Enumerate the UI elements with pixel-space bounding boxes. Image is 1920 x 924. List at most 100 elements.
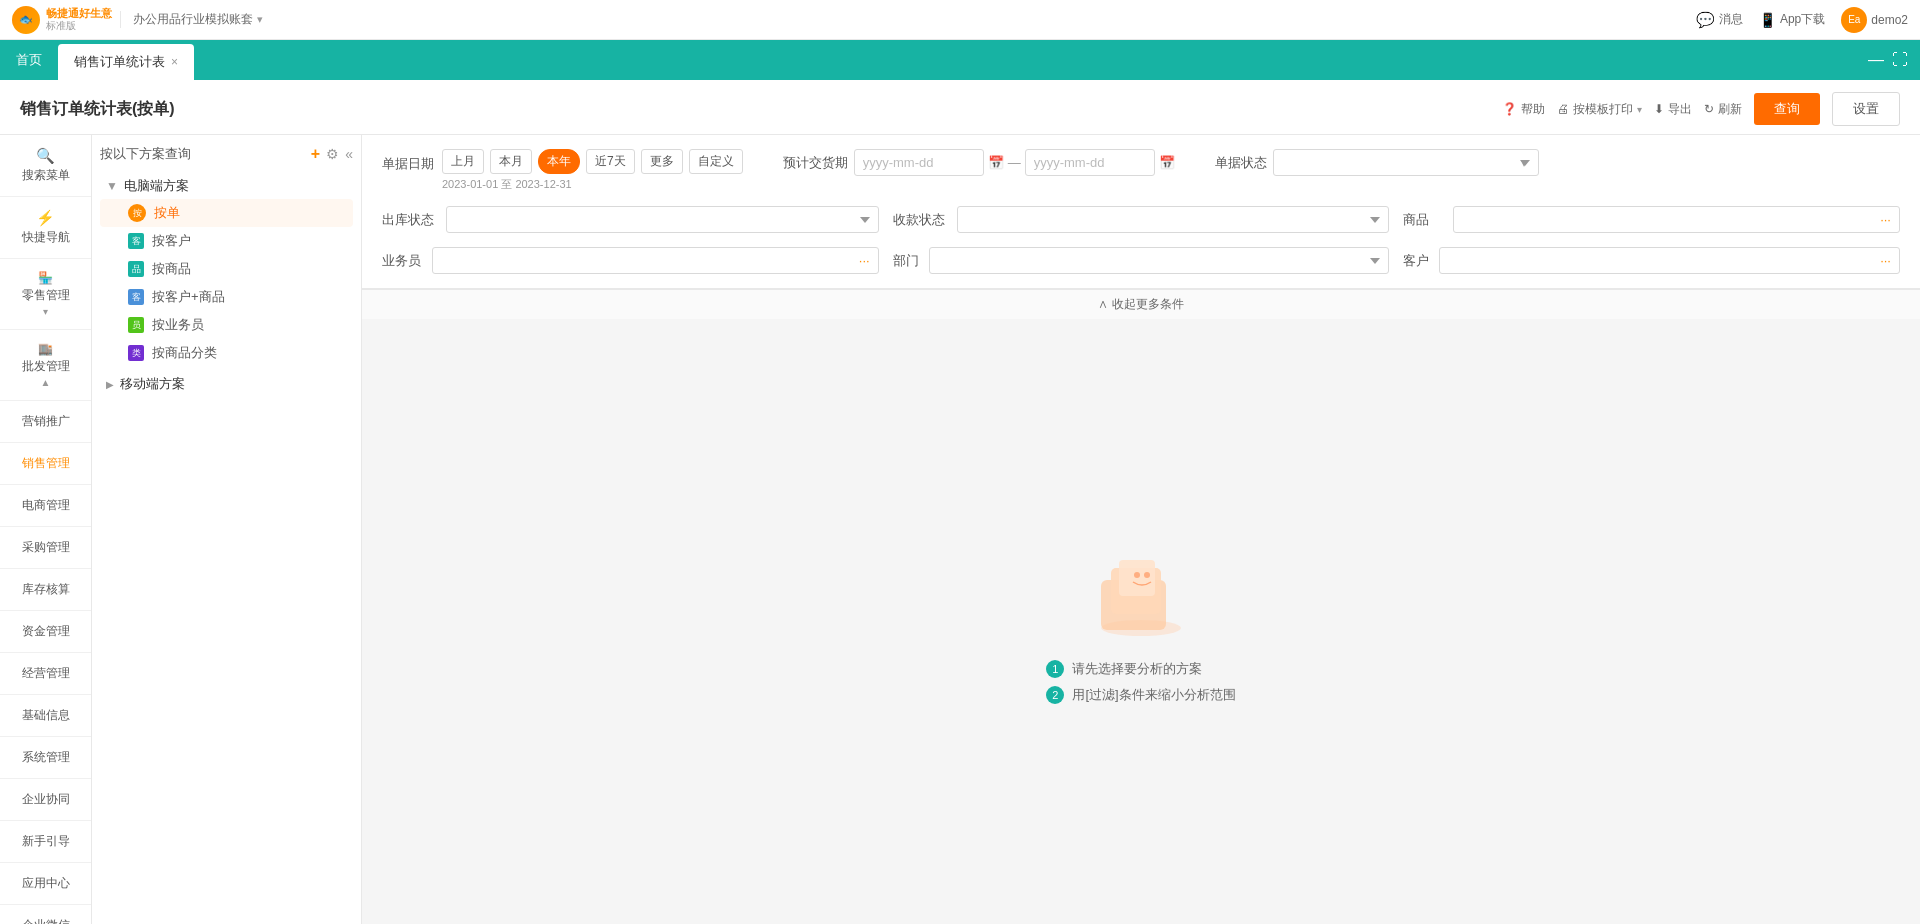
empty-hints: 1 请先选择要分析的方案 2 用[过滤]条件来缩小分析范围 bbox=[1046, 660, 1235, 704]
status-select[interactable] bbox=[1273, 149, 1540, 176]
mobile-scheme-header[interactable]: ▶ 移动端方案 bbox=[100, 371, 353, 397]
query-button[interactable]: 查询 bbox=[1754, 93, 1820, 125]
customer-dots-icon: ··· bbox=[1880, 253, 1891, 268]
scheme-by-order[interactable]: 按 按单 bbox=[100, 199, 353, 227]
sidebar-item-basic[interactable]: 基础信息 bbox=[0, 695, 91, 737]
sidebar-item-appstore[interactable]: 应用中心 bbox=[0, 863, 91, 905]
mobile-scheme-section: ▶ 移动端方案 bbox=[100, 371, 353, 397]
refresh-icon: ↻ bbox=[1704, 102, 1714, 116]
sidebar-item-operation[interactable]: 经营管理 bbox=[0, 653, 91, 695]
sidebar-item-ecommerce[interactable]: 电商管理 bbox=[0, 485, 91, 527]
scheme-by-category[interactable]: 类 按商品分类 bbox=[100, 339, 353, 367]
workspace-selector[interactable]: 办公用品行业模拟账套 ▾ bbox=[120, 11, 263, 28]
scheme-product-icon: 品 bbox=[128, 261, 144, 277]
hint-text-1: 请先选择要分析的方案 bbox=[1072, 660, 1202, 678]
period-this-month[interactable]: 本月 bbox=[490, 149, 532, 174]
sidebar-item-sales[interactable]: 销售管理 bbox=[0, 443, 91, 485]
filter-row3: 业务员 ··· 部门 bbox=[382, 247, 1900, 274]
empty-hint-2: 2 用[过滤]条件来缩小分析范围 bbox=[1046, 686, 1235, 704]
collapse-bar[interactable]: ∧ 收起更多条件 bbox=[362, 289, 1920, 319]
tab-maximize-icon[interactable]: ⛶ bbox=[1892, 51, 1908, 69]
salesperson-filter: 业务员 ··· bbox=[382, 247, 879, 274]
sidebar-item-system[interactable]: 系统管理 bbox=[0, 737, 91, 779]
expected-date-to[interactable] bbox=[1025, 149, 1155, 176]
tab-home[interactable]: 首页 bbox=[0, 40, 58, 80]
sidebar-item-retail[interactable]: 🏪 零售管理 ▾ bbox=[0, 259, 91, 330]
scheme-customer-label: 按客户 bbox=[152, 232, 191, 250]
scheme-by-customer-product[interactable]: 客 按客户+商品 bbox=[100, 283, 353, 311]
empty-state: 1 请先选择要分析的方案 2 用[过滤]条件来缩小分析范围 bbox=[362, 319, 1920, 924]
period-last7[interactable]: 近7天 bbox=[586, 149, 635, 174]
user-menu[interactable]: Ea demo2 bbox=[1841, 7, 1908, 33]
period-this-year[interactable]: 本年 bbox=[538, 149, 580, 174]
print-icon: 🖨 bbox=[1557, 102, 1569, 116]
filter-area: 单据日期 上月 本月 本年 近7天 更多 自定义 20 bbox=[362, 135, 1920, 289]
scheme-by-salesperson[interactable]: 员 按业务员 bbox=[100, 311, 353, 339]
sidebar-item-marketing[interactable]: 营销推广 bbox=[0, 401, 91, 443]
app-download-label: App下载 bbox=[1780, 11, 1825, 28]
sidebar-quick-nav[interactable]: ⚡ 快捷导航 bbox=[0, 197, 91, 259]
pc-scheme-header[interactable]: ▼ 电脑端方案 bbox=[100, 173, 353, 199]
finance-label: 资金管理 bbox=[22, 623, 70, 640]
scheme-salesperson-icon: 员 bbox=[128, 317, 144, 333]
payment-select-wrap bbox=[957, 206, 1390, 233]
dept-select[interactable] bbox=[929, 247, 1390, 274]
help-button[interactable]: ❓ 帮助 bbox=[1502, 101, 1545, 118]
add-scheme-button[interactable]: + bbox=[311, 145, 320, 163]
tab-minimize-icon[interactable]: — bbox=[1868, 51, 1884, 69]
scheme-customer-icon: 客 bbox=[128, 233, 144, 249]
sidebar-item-newbie[interactable]: 新手引导 bbox=[0, 821, 91, 863]
period-custom[interactable]: 自定义 bbox=[689, 149, 743, 174]
app-download-button[interactable]: 📱 App下载 bbox=[1759, 11, 1825, 28]
tab-home-label: 首页 bbox=[16, 51, 42, 69]
payment-select[interactable] bbox=[957, 206, 1390, 233]
sidebar-item-inventory[interactable]: 库存核算 bbox=[0, 569, 91, 611]
out-status-label: 出库状态 bbox=[382, 211, 438, 229]
message-button[interactable]: 💬 消息 bbox=[1696, 11, 1743, 29]
print-button[interactable]: 🖨 按模板打印 ▾ bbox=[1557, 101, 1642, 118]
salesperson-label: 业务员 bbox=[382, 252, 424, 270]
scheme-by-product[interactable]: 品 按商品 bbox=[100, 255, 353, 283]
logo-area: 🐟 畅捷通好生意 标准版 bbox=[12, 6, 112, 34]
ecommerce-label: 电商管理 bbox=[22, 497, 70, 514]
goods-input[interactable]: ··· bbox=[1453, 206, 1900, 233]
expected-date-from[interactable] bbox=[854, 149, 984, 176]
scheme-by-customer[interactable]: 客 按客户 bbox=[100, 227, 353, 255]
sidebar-item-purchase[interactable]: 采购管理 bbox=[0, 527, 91, 569]
scheme-customer-product-icon: 客 bbox=[128, 289, 144, 305]
goods-dots-icon: ··· bbox=[1880, 212, 1891, 227]
topbar: 🐟 畅捷通好生意 标准版 办公用品行业模拟账套 ▾ 💬 消息 📱 App下载 E… bbox=[0, 0, 1920, 40]
tab-sales-order[interactable]: 销售订单统计表 × bbox=[58, 44, 194, 80]
print-label: 按模板打印 bbox=[1573, 101, 1633, 118]
export-button[interactable]: ⬇ 导出 bbox=[1654, 101, 1692, 118]
collapse-label: ∧ 收起更多条件 bbox=[1098, 297, 1183, 311]
sidebar-item-wechat[interactable]: 企业微信 bbox=[0, 905, 91, 924]
setting-button[interactable]: 设置 bbox=[1832, 92, 1900, 126]
out-status-filter: 出库状态 bbox=[382, 206, 879, 233]
customer-input[interactable]: ··· bbox=[1439, 247, 1900, 274]
empty-svg bbox=[1081, 540, 1201, 640]
expected-date-filter: 预计交货期 📅 — 📅 bbox=[763, 149, 1195, 176]
tab-close-icon[interactable]: × bbox=[171, 55, 178, 69]
sidebar-search[interactable]: 🔍 搜索菜单 bbox=[0, 135, 91, 197]
out-status-select[interactable] bbox=[446, 206, 879, 233]
sidebar-item-finance[interactable]: 资金管理 bbox=[0, 611, 91, 653]
sidebar-item-enterprise[interactable]: 企业协同 bbox=[0, 779, 91, 821]
salesperson-input[interactable]: ··· bbox=[432, 247, 879, 274]
collapse-panel-button[interactable]: « bbox=[345, 146, 353, 162]
avatar: Ea bbox=[1841, 7, 1867, 33]
date-cal-icon1[interactable]: 📅 bbox=[988, 155, 1004, 170]
date-cal-icon2[interactable]: 📅 bbox=[1159, 155, 1175, 170]
hint-num-2: 2 bbox=[1046, 686, 1064, 704]
sidebar-item-wholesale[interactable]: 🏬 批发管理 ▲ bbox=[0, 330, 91, 401]
refresh-button[interactable]: ↻ 刷新 bbox=[1704, 101, 1742, 118]
wholesale-arrow: ▲ bbox=[41, 377, 51, 388]
period-more[interactable]: 更多 bbox=[641, 149, 683, 174]
expected-date-label: 预计交货期 bbox=[783, 154, 848, 172]
split-area: 按以下方案查询 + ⚙ « ▼ 电脑端方案 按 按单 bbox=[92, 135, 1920, 924]
svg-point-5 bbox=[1144, 572, 1150, 578]
settings-scheme-button[interactable]: ⚙ bbox=[326, 146, 339, 162]
quicknav-icon: ⚡ bbox=[36, 209, 55, 227]
sidebar: 🔍 搜索菜单 ⚡ 快捷导航 🏪 零售管理 ▾ 🏬 批发管理 ▲ 营销推广 销售管… bbox=[0, 135, 92, 924]
period-last-month[interactable]: 上月 bbox=[442, 149, 484, 174]
